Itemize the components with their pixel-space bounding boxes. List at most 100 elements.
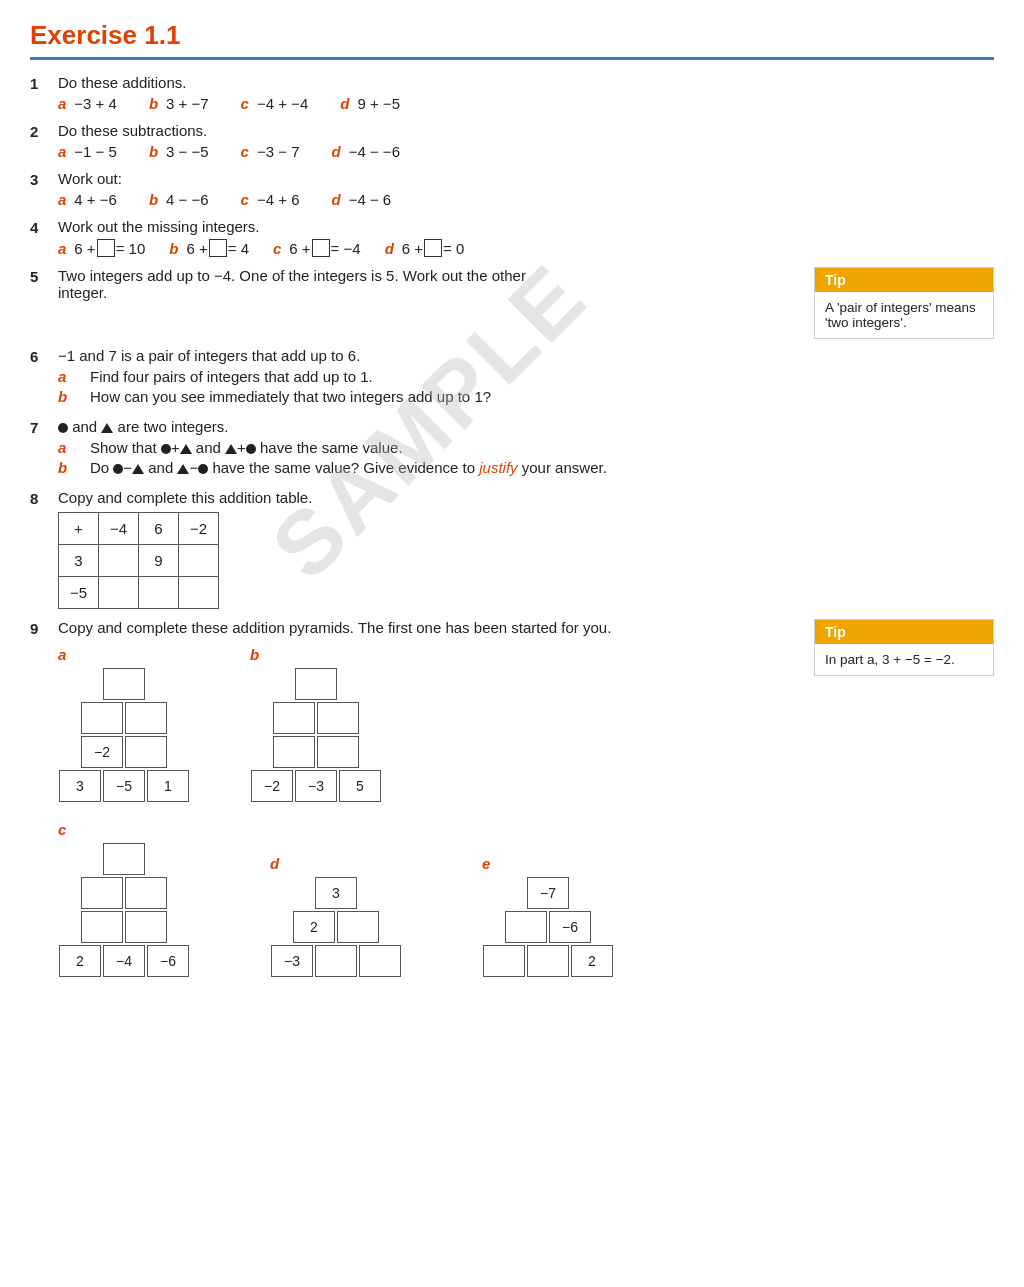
justify-word: justify <box>479 459 517 476</box>
question-2: 2 Do these subtractions. a−1 − 5 b3 − −5… <box>30 122 994 160</box>
q7-number: 7 <box>30 419 58 436</box>
pyr-a-top <box>103 668 145 700</box>
pyr-b-r3 <box>317 736 359 768</box>
pyramid-c-label: c <box>58 821 66 838</box>
triangle-icon <box>101 423 113 433</box>
pyr-e-base-3: 2 <box>571 945 613 977</box>
pyramid-d-label: d <box>270 855 279 872</box>
triangle-icon-a2 <box>225 444 237 454</box>
pyr-e-base-2 <box>527 945 569 977</box>
q8-text: Copy and complete this addition table. <box>58 489 994 506</box>
q5-number: 5 <box>30 268 58 285</box>
q6-text: −1 and 7 is a pair of integers that add … <box>58 347 994 364</box>
q1-part-b-label: b <box>149 95 158 112</box>
circle-icon-a2 <box>246 444 256 454</box>
q2-part-c-expr: −3 − 7 <box>257 143 300 160</box>
pyramid-b-shape: −2 −3 5 <box>250 667 382 803</box>
q1-number: 1 <box>30 75 58 92</box>
pyr-c-base-3: −6 <box>147 945 189 977</box>
pyr-b-base-1: −2 <box>251 770 293 802</box>
q7-sub-a: a Show that + and + have the same value. <box>58 439 994 456</box>
pyr-e-r2: −6 <box>549 911 591 943</box>
pyr-b-base-2: −3 <box>295 770 337 802</box>
pyr-d-l2: 2 <box>293 911 335 943</box>
tip-box-q5: Tip A 'pair of integers' means 'two inte… <box>814 267 994 339</box>
table-header-col1: −4 <box>99 513 139 545</box>
pyr-b-l2 <box>273 702 315 734</box>
q1-part-d-label: d <box>340 95 349 112</box>
triangle-icon-b2 <box>177 464 189 474</box>
pyr-d-top: 3 <box>315 877 357 909</box>
tip-q5-body: A 'pair of integers' means 'two integers… <box>815 292 993 338</box>
table-header-plus: + <box>59 513 99 545</box>
q4-part-c-label: c <box>273 240 281 257</box>
q1-text: Do these additions. <box>58 74 994 91</box>
q7-sub-b-label: b <box>58 459 86 476</box>
pyr-c-l2 <box>81 877 123 909</box>
q6-sub-b-text: How can you see immediately that two int… <box>90 388 491 405</box>
q4-part-a-after: = 10 <box>116 240 146 257</box>
pyr-d-r2 <box>337 911 379 943</box>
q5-text: Two integers add up to −4. One of the in… <box>58 267 578 301</box>
q4-part-d-before: 6 + <box>402 240 423 257</box>
pyr-a-base-1: 3 <box>59 770 101 802</box>
q2-text: Do these subtractions. <box>58 122 994 139</box>
pyr-a-bot-l: −2 <box>81 736 123 768</box>
table-header-col3: −2 <box>179 513 219 545</box>
pyramid-a-shape: −2 3 −5 1 <box>58 667 190 803</box>
pyr-d-base-2 <box>315 945 357 977</box>
q1-part-c-label: c <box>241 95 249 112</box>
question-7: 7 and are two integers. a Show that + an… <box>30 418 994 479</box>
question-3: 3 Work out: a4 + −6 b4 − −6 c−4 + 6 d−4 … <box>30 170 994 208</box>
q3-text: Work out: <box>58 170 994 187</box>
q8-number: 8 <box>30 490 58 507</box>
q2-part-a-expr: −1 − 5 <box>74 143 117 160</box>
q1-part-a-expr: −3 + 4 <box>74 95 117 112</box>
table-row-neg5-cell2 <box>139 577 179 609</box>
q7-sub-b: b Do − and − have the same value? Give e… <box>58 459 994 476</box>
q2-part-d-label: d <box>332 143 341 160</box>
q2-part-a-label: a <box>58 143 66 160</box>
pyr-c-base-2: −4 <box>103 945 145 977</box>
table-header-row: + −4 6 −2 <box>59 513 219 545</box>
question-6: 6 −1 and 7 is a pair of integers that ad… <box>30 347 994 408</box>
q9-number: 9 <box>30 620 58 637</box>
q1-part-d-expr: 9 + −5 <box>357 95 400 112</box>
q4-missing-b <box>209 239 227 257</box>
q3-part-b-label: b <box>149 191 158 208</box>
q4-missing-a <box>97 239 115 257</box>
circle-icon-b2 <box>198 464 208 474</box>
q1-part-c-expr: −4 + −4 <box>257 95 308 112</box>
pyr-b-top <box>295 668 337 700</box>
q6-sub-b-label: b <box>58 388 86 405</box>
table-row3-label: 3 <box>59 545 99 577</box>
q4-missing-d <box>424 239 442 257</box>
q6-sub-b: b How can you see immediately that two i… <box>58 388 994 405</box>
pyramid-d: d 3 2 −3 <box>270 855 402 978</box>
q7-sub-a-text: Show that + and + have the same value. <box>90 439 403 456</box>
tip-box-q9: Tip In part a, 3 + −5 = −2. <box>814 619 994 676</box>
question-1: 1 Do these additions. a−3 + 4 b3 + −7 c−… <box>30 74 994 112</box>
q4-missing-c <box>312 239 330 257</box>
q4-part-d-after: = 0 <box>443 240 464 257</box>
pyr-a-base-3: 1 <box>147 770 189 802</box>
tip-q9-header: Tip <box>815 620 993 644</box>
pyr-c-base-1: 2 <box>59 945 101 977</box>
q2-part-d-expr: −4 − −6 <box>349 143 400 160</box>
table-row3-cell1 <box>99 545 139 577</box>
pyramid-e: e −7 −6 2 <box>482 855 614 978</box>
pyramid-e-shape: −7 −6 2 <box>482 876 614 978</box>
circle-icon-a <box>161 444 171 454</box>
q4-part-a-before: 6 + <box>74 240 95 257</box>
pyr-e-top: −7 <box>527 877 569 909</box>
tip-q5-header: Tip <box>815 268 993 292</box>
triangle-icon-b <box>132 464 144 474</box>
q4-part-c-after: = −4 <box>331 240 361 257</box>
q6-sub-a-label: a <box>58 368 86 385</box>
table-row-neg5-label: −5 <box>59 577 99 609</box>
triangle-icon-a <box>180 444 192 454</box>
pyr-a-mid-r <box>125 702 167 734</box>
pyramid-e-label: e <box>482 855 490 872</box>
q3-part-a-expr: 4 + −6 <box>74 191 117 208</box>
pyr-b-base-3: 5 <box>339 770 381 802</box>
